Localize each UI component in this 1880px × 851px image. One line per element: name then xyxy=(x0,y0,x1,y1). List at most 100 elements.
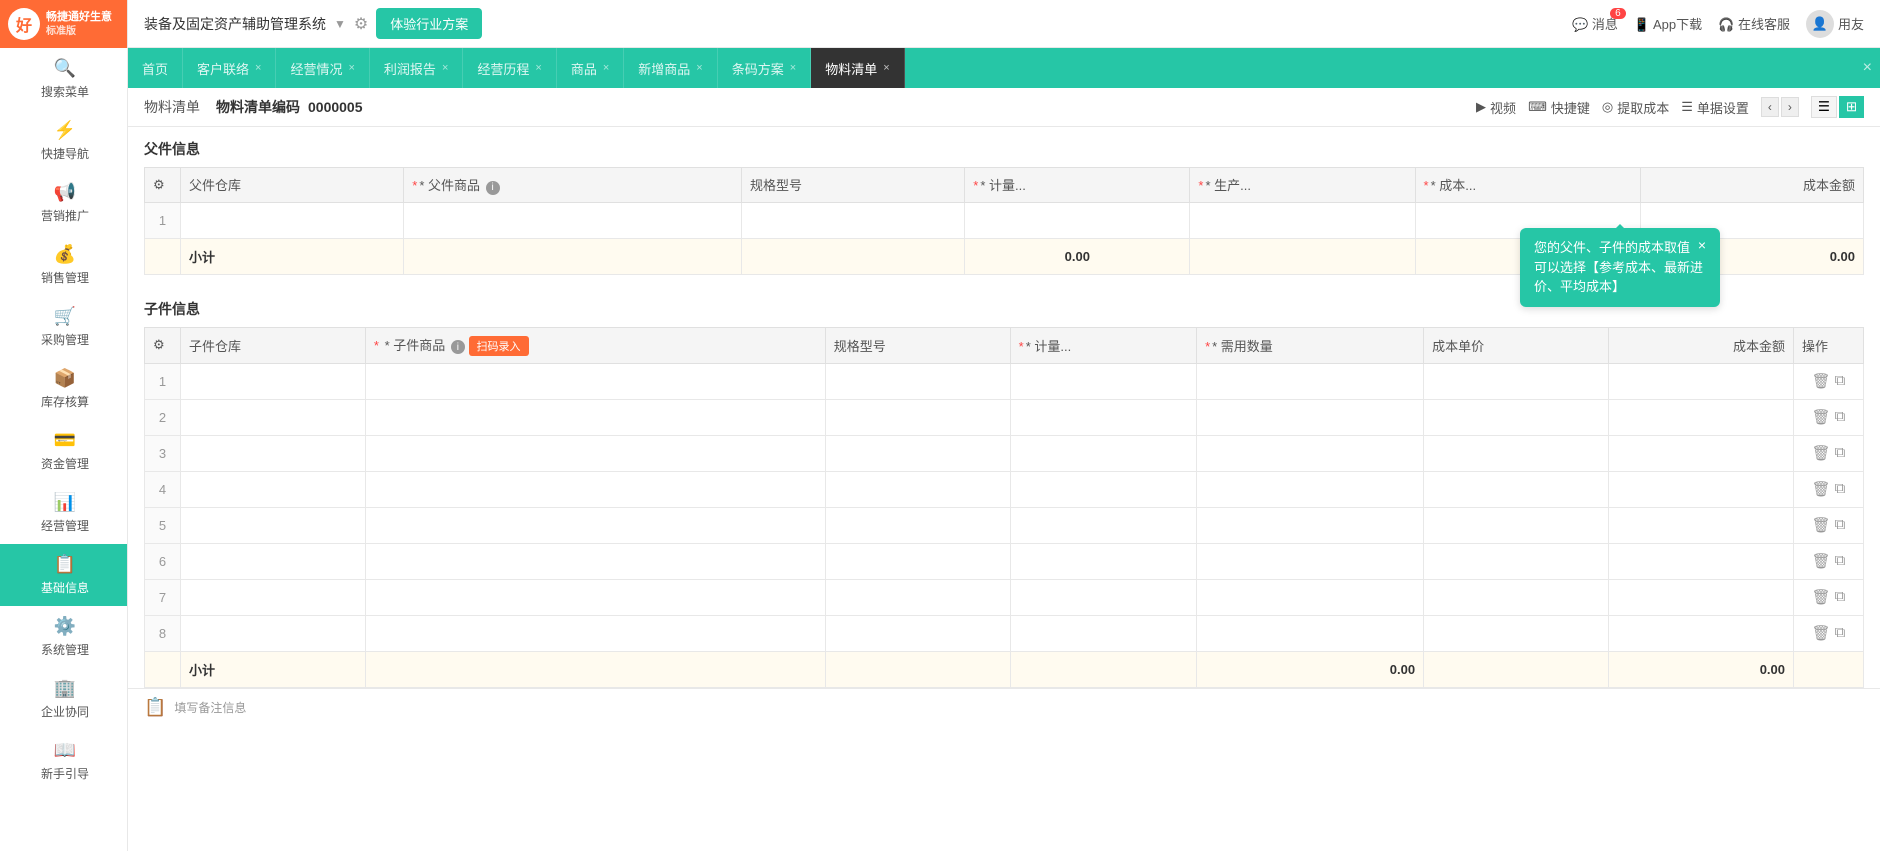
child-row-1-product[interactable] xyxy=(365,363,825,399)
child-row-7-warehouse[interactable] xyxy=(181,579,366,615)
child-row-2-quantity[interactable] xyxy=(1197,399,1424,435)
tab-history[interactable]: 经营历程 × xyxy=(463,48,556,88)
child-row-2-unit[interactable] xyxy=(1010,399,1196,435)
parent-row-1-product[interactable] xyxy=(404,202,742,238)
delete-icon[interactable]: 🗑 xyxy=(1812,408,1831,426)
child-row-4-product[interactable] xyxy=(365,471,825,507)
child-row-7-spec[interactable] xyxy=(825,579,1010,615)
message-badge[interactable]: 💬 6 消息 xyxy=(1572,14,1618,33)
prev-arrow[interactable]: ‹ xyxy=(1761,97,1779,117)
tab-operations-close[interactable]: × xyxy=(348,62,354,74)
delete-icon[interactable]: 🗑 xyxy=(1812,480,1831,498)
child-row-2-unit-price[interactable] xyxy=(1424,399,1609,435)
app-download[interactable]: 📱 App下载 xyxy=(1634,14,1702,33)
copy-icon[interactable]: ⧉ xyxy=(1835,408,1846,426)
child-row-3-unit-price[interactable] xyxy=(1424,435,1609,471)
child-row-5-unit[interactable] xyxy=(1010,507,1196,543)
sidebar-item-basic-info[interactable]: 📋 基础信息 xyxy=(0,544,127,606)
video-action[interactable]: ▶ 视频 xyxy=(1476,98,1516,117)
child-row-7-unit-price[interactable] xyxy=(1424,579,1609,615)
child-row-8-spec[interactable] xyxy=(825,615,1010,651)
sidebar-item-search[interactable]: 🔍 搜索菜单 xyxy=(0,48,127,110)
copy-icon[interactable]: ⧉ xyxy=(1835,552,1846,570)
delete-icon[interactable]: 🗑 xyxy=(1812,444,1831,462)
delete-icon[interactable]: 🗑 xyxy=(1812,624,1831,642)
child-row-8-warehouse[interactable] xyxy=(181,615,366,651)
tab-bom-close[interactable]: × xyxy=(883,62,889,74)
child-row-4-spec[interactable] xyxy=(825,471,1010,507)
child-row-1-unit-price[interactable] xyxy=(1424,363,1609,399)
delete-icon[interactable]: 🗑 xyxy=(1812,588,1831,606)
tab-product[interactable]: 商品 × xyxy=(557,48,624,88)
child-row-3-spec[interactable] xyxy=(825,435,1010,471)
sidebar-item-guide[interactable]: 📖 新手引导 xyxy=(0,730,127,792)
tab-new-product[interactable]: 新增商品 × xyxy=(624,48,717,88)
tab-new-product-close[interactable]: × xyxy=(696,62,702,74)
child-row-1-spec[interactable] xyxy=(825,363,1010,399)
child-row-3-cost-amount[interactable] xyxy=(1609,435,1794,471)
breadcrumb[interactable]: 物料清单 xyxy=(144,97,200,117)
child-row-6-unit-price[interactable] xyxy=(1424,543,1609,579)
product-info-icon[interactable]: i xyxy=(486,181,500,195)
child-row-6-product[interactable] xyxy=(365,543,825,579)
child-row-1-quantity[interactable] xyxy=(1197,363,1424,399)
trial-button[interactable]: 体验行业方案 xyxy=(376,8,482,39)
child-row-3-unit[interactable] xyxy=(1010,435,1196,471)
child-row-8-unit-price[interactable] xyxy=(1424,615,1609,651)
delete-icon[interactable]: 🗑 xyxy=(1812,552,1831,570)
tab-home[interactable]: 首页 xyxy=(128,48,183,88)
copy-icon[interactable]: ⧉ xyxy=(1835,588,1846,606)
parent-row-1-warehouse[interactable] xyxy=(181,202,404,238)
child-row-5-spec[interactable] xyxy=(825,507,1010,543)
parent-row-1-production[interactable] xyxy=(1190,202,1415,238)
tab-profit[interactable]: 利润报告 × xyxy=(370,48,463,88)
sidebar-item-operations[interactable]: 📊 经营管理 xyxy=(0,482,127,544)
child-row-6-spec[interactable] xyxy=(825,543,1010,579)
child-row-1-cost-amount[interactable] xyxy=(1609,363,1794,399)
grid-view-btn[interactable]: ⊞ xyxy=(1839,96,1864,118)
child-row-5-cost-amount[interactable] xyxy=(1609,507,1794,543)
parent-col-settings[interactable]: ⚙ xyxy=(145,168,181,203)
child-row-4-unit[interactable] xyxy=(1010,471,1196,507)
extract-cost-action[interactable]: ◎ 提取成本 xyxy=(1602,98,1669,117)
sidebar-item-sales[interactable]: 💰 销售管理 xyxy=(0,234,127,296)
system-dropdown-arrow[interactable]: ▼ xyxy=(334,17,346,31)
parent-row-1-spec[interactable] xyxy=(741,202,964,238)
child-row-7-product[interactable] xyxy=(365,579,825,615)
delete-icon[interactable]: 🗑 xyxy=(1812,372,1831,390)
child-row-4-unit-price[interactable] xyxy=(1424,471,1609,507)
tab-customer[interactable]: 客户联络 × xyxy=(183,48,276,88)
child-row-7-cost-amount[interactable] xyxy=(1609,579,1794,615)
copy-icon[interactable]: ⧉ xyxy=(1835,624,1846,642)
shortcut-action[interactable]: ⌨ 快捷键 xyxy=(1528,98,1590,117)
copy-icon[interactable]: ⧉ xyxy=(1835,516,1846,534)
sidebar-item-quick-nav[interactable]: ⚡ 快捷导航 xyxy=(0,110,127,172)
sidebar-item-system[interactable]: ⚙️ 系统管理 xyxy=(0,606,127,668)
tab-barcode[interactable]: 条码方案 × xyxy=(718,48,811,88)
user-area[interactable]: 👤 用友 xyxy=(1806,10,1864,38)
child-row-8-cost-amount[interactable] xyxy=(1609,615,1794,651)
child-row-4-quantity[interactable] xyxy=(1197,471,1424,507)
child-row-5-warehouse[interactable] xyxy=(181,507,366,543)
child-product-info-icon[interactable]: i xyxy=(451,340,465,354)
child-row-1-warehouse[interactable] xyxy=(181,363,366,399)
child-col-settings[interactable]: ⚙ xyxy=(145,327,181,363)
copy-icon[interactable]: ⧉ xyxy=(1835,444,1846,462)
copy-icon[interactable]: ⧉ xyxy=(1835,372,1846,390)
child-row-6-warehouse[interactable] xyxy=(181,543,366,579)
sidebar-item-inventory[interactable]: 📦 库存核算 xyxy=(0,358,127,420)
child-row-5-unit-price[interactable] xyxy=(1424,507,1609,543)
tab-barcode-close[interactable]: × xyxy=(790,62,796,74)
settings-icon[interactable]: ⚙ xyxy=(354,14,368,34)
child-row-2-spec[interactable] xyxy=(825,399,1010,435)
online-service[interactable]: 🎧 在线客服 xyxy=(1718,14,1790,33)
sidebar-item-marketing[interactable]: 📢 营销推广 xyxy=(0,172,127,234)
close-all-tabs[interactable]: × xyxy=(1855,59,1880,77)
list-view-btn[interactable]: ☰ xyxy=(1811,96,1837,118)
child-row-4-cost-amount[interactable] xyxy=(1609,471,1794,507)
next-arrow[interactable]: › xyxy=(1781,97,1799,117)
tab-bom[interactable]: 物料清单 × xyxy=(811,48,904,88)
tab-product-close[interactable]: × xyxy=(603,62,609,74)
note-hint[interactable]: 填写备注信息 xyxy=(174,699,246,716)
child-row-5-quantity[interactable] xyxy=(1197,507,1424,543)
